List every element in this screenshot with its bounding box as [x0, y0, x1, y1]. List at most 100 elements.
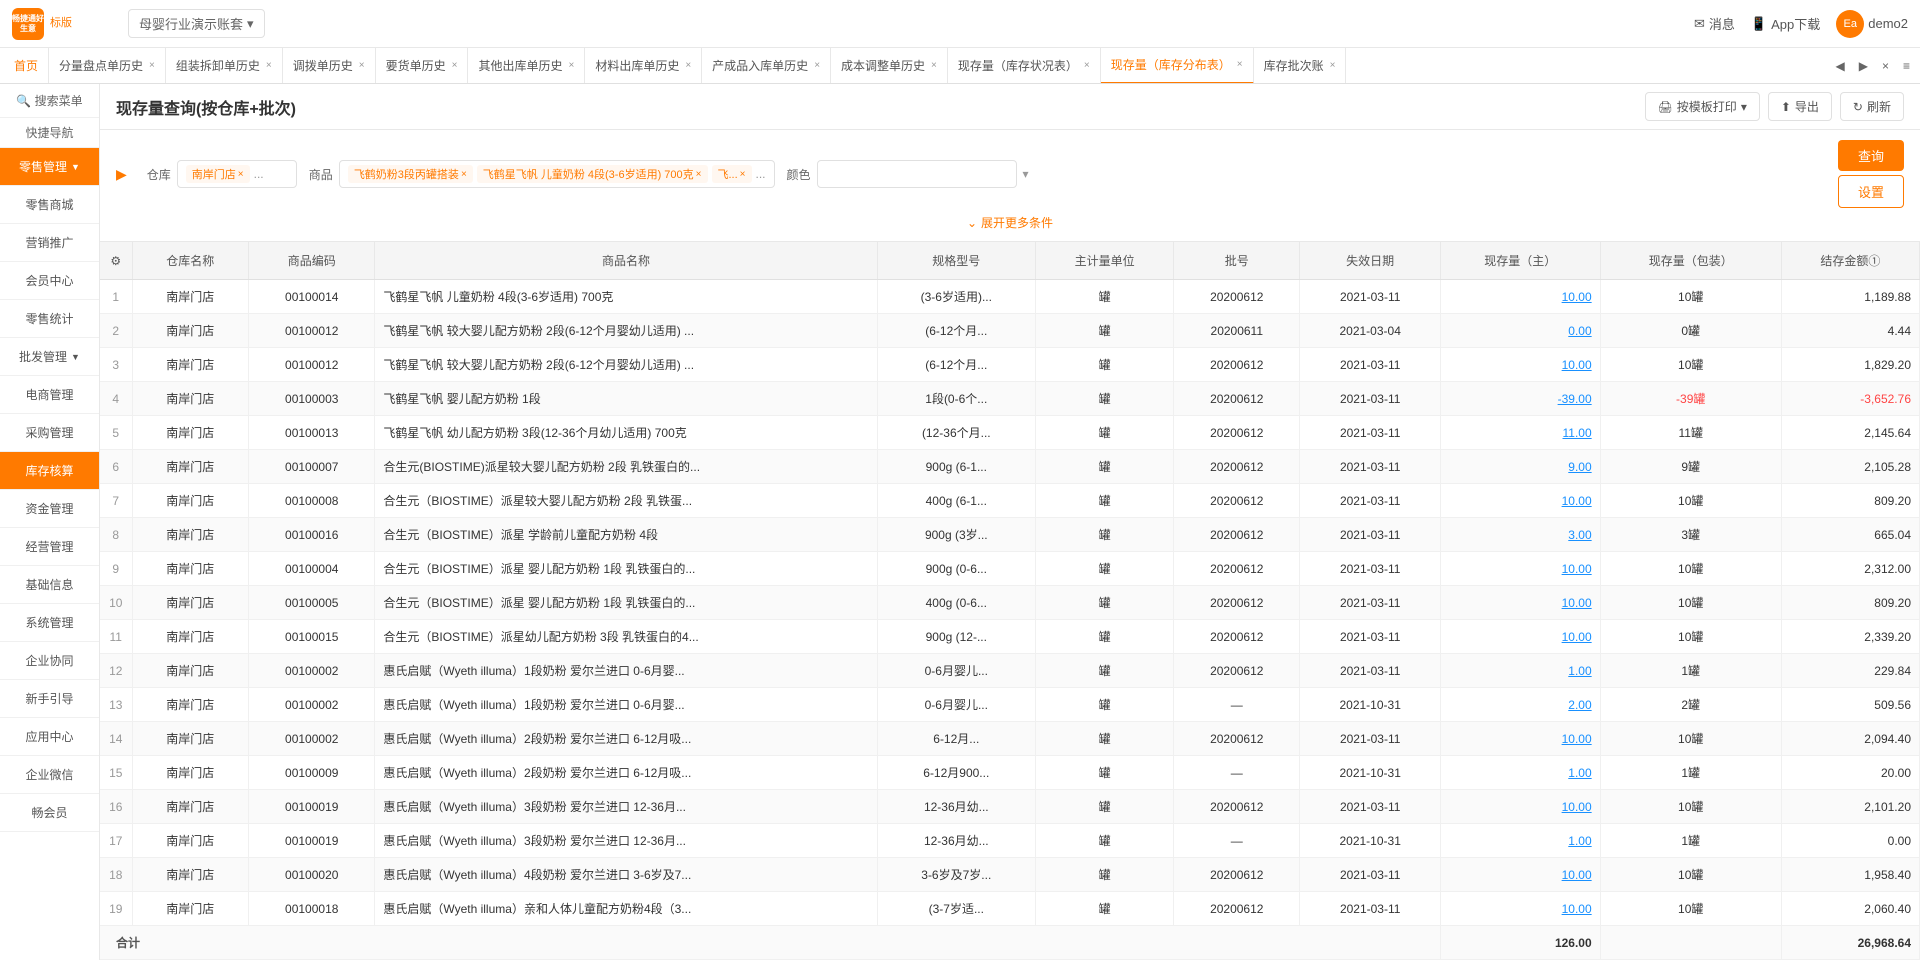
- product-filter-more[interactable]: ...: [756, 167, 766, 181]
- product-tag-2[interactable]: 飞鹤星飞帆 儿童奶粉 4段(3-6岁适用) 700克 ×: [477, 165, 708, 183]
- sidebar-item-business[interactable]: 经营管理: [0, 528, 99, 566]
- nav-tab-2[interactable]: 组装拆卸单历史 ×: [166, 48, 283, 84]
- sidebar-item-retail-stats[interactable]: 零售统计: [0, 300, 99, 338]
- sidebar-quick-nav[interactable]: 快捷导航: [0, 118, 99, 148]
- sidebar-item-inventory[interactable]: 库存核算: [0, 452, 99, 490]
- query-btn[interactable]: 查询: [1838, 140, 1904, 171]
- nav-tab-home[interactable]: 首页: [4, 48, 49, 84]
- cell-amount: 1,958.40: [1781, 858, 1919, 892]
- sidebar-item-retail-mall[interactable]: 零售商城: [0, 186, 99, 224]
- refresh-btn[interactable]: ↻ 刷新: [1840, 92, 1904, 121]
- search-icon: 🔍: [16, 94, 31, 108]
- cell-name: 合生元(BIOSTIME)派星较大婴儿配方奶粉 2段 乳铁蛋白的...: [375, 450, 877, 484]
- sidebar-item-wechat[interactable]: 企业微信: [0, 756, 99, 794]
- nav-tab-menu[interactable]: ≡: [1897, 57, 1916, 75]
- expand-more-btn[interactable]: ⌄ 展开更多条件: [116, 214, 1904, 231]
- sidebar-item-members[interactable]: 会员中心: [0, 262, 99, 300]
- color-tag-container[interactable]: [817, 160, 1017, 188]
- cell-expire: 2021-03-11: [1300, 348, 1441, 382]
- sidebar-item-ecommerce[interactable]: 电商管理: [0, 376, 99, 414]
- cell-unit: 罐: [1036, 858, 1174, 892]
- product-tag-3[interactable]: 飞... ×: [712, 165, 752, 183]
- nav-tab-7[interactable]: 产成品入库单历史 ×: [702, 48, 831, 84]
- nav-tab-9-close[interactable]: ×: [1084, 60, 1090, 71]
- warehouse-tag[interactable]: 南岸门店 ×: [186, 165, 250, 183]
- user-area[interactable]: Ea demo2: [1836, 10, 1908, 38]
- sidebar-search[interactable]: 🔍 搜索菜单: [0, 84, 99, 118]
- template-print-btn[interactable]: 🖨 按模板打印 ▾: [1645, 92, 1760, 121]
- expand-filter-icon[interactable]: ▶: [116, 166, 127, 183]
- cell-expire: 2021-03-11: [1300, 654, 1441, 688]
- nav-tab-9[interactable]: 现存量（库存状况表） ×: [948, 48, 1101, 84]
- product-tag-2-close[interactable]: ×: [696, 169, 702, 180]
- product-tag-1-close[interactable]: ×: [461, 169, 467, 180]
- product-tag-1[interactable]: 飞鹤奶粉3段丙罐搭装 ×: [348, 165, 473, 183]
- nav-tab-5[interactable]: 其他出库单历史 ×: [468, 48, 585, 84]
- sidebar-item-basic-info[interactable]: 基础信息: [0, 566, 99, 604]
- setting-btn[interactable]: 设置: [1838, 175, 1904, 208]
- cell-index: 7: [100, 484, 132, 518]
- sidebar-item-vip[interactable]: 畅会员: [0, 794, 99, 832]
- nav-tab-4-close[interactable]: ×: [452, 60, 458, 71]
- product-tag-3-close[interactable]: ×: [740, 169, 746, 180]
- cell-warehouse: 南岸门店: [132, 824, 249, 858]
- sidebar-item-guide[interactable]: 新手引导: [0, 680, 99, 718]
- message-icon: ✉: [1694, 16, 1705, 32]
- col-settings[interactable]: ⚙: [100, 242, 132, 280]
- cell-qty-pkg: 0罐: [1600, 314, 1781, 348]
- nav-tab-7-close[interactable]: ×: [814, 60, 820, 71]
- cell-code: 00100007: [249, 450, 375, 484]
- sidebar-item-marketing[interactable]: 营销推广: [0, 224, 99, 262]
- nav-tab-11[interactable]: 库存批次账 ×: [1254, 48, 1347, 84]
- nav-tab-2-close[interactable]: ×: [266, 60, 272, 71]
- nav-tab-5-close[interactable]: ×: [568, 60, 574, 71]
- product-tag-container[interactable]: 飞鹤奶粉3段丙罐搭装 × 飞鹤星飞帆 儿童奶粉 4段(3-6岁适用) 700克 …: [339, 160, 775, 188]
- message-btn[interactable]: ✉ 消息: [1694, 14, 1735, 33]
- cell-unit: 罐: [1036, 382, 1174, 416]
- industry-label: 母婴行业演示账套: [139, 14, 243, 33]
- nav-tab-10[interactable]: 现存量（库存分布表） ×: [1101, 48, 1254, 84]
- nav-tab-1[interactable]: 分量盘点单历史 ×: [49, 48, 166, 84]
- nav-tab-next[interactable]: ▶: [1853, 57, 1874, 75]
- chevron-down-icon-3: ▾: [1741, 100, 1747, 114]
- nav-tab-11-close[interactable]: ×: [1330, 60, 1336, 71]
- nav-tab-6-close[interactable]: ×: [685, 60, 691, 71]
- industry-selector[interactable]: 母婴行业演示账套 ▾: [128, 9, 265, 38]
- sidebar-item-app-center[interactable]: 应用中心: [0, 718, 99, 756]
- nav-tab-8-close[interactable]: ×: [931, 60, 937, 71]
- sidebar-item-enterprise[interactable]: 企业协同: [0, 642, 99, 680]
- nav-tab-prev[interactable]: ◀: [1830, 57, 1851, 75]
- warehouse-tag-container[interactable]: 南岸门店 × ...: [177, 160, 297, 188]
- sidebar-item-wholesale-label: 批发管理: [19, 348, 67, 365]
- cell-code: 00100002: [249, 654, 375, 688]
- cell-qty-main: 10.00: [1440, 552, 1600, 586]
- settings-icon: ⚙: [110, 254, 121, 268]
- sidebar-item-retail[interactable]: 零售管理 ▼: [0, 148, 99, 186]
- sidebar-item-system[interactable]: 系统管理: [0, 604, 99, 642]
- export-btn[interactable]: ⬆ 导出: [1768, 92, 1832, 121]
- nav-tab-6[interactable]: 材料出库单历史 ×: [585, 48, 702, 84]
- nav-tab-8[interactable]: 成本调整单历史 ×: [831, 48, 948, 84]
- product-filter: 商品 飞鹤奶粉3段丙罐搭装 × 飞鹤星飞帆 儿童奶粉 4段(3-6岁适用) 70…: [309, 160, 775, 188]
- product-tag-2-label: 飞鹤星飞帆 儿童奶粉 4段(3-6岁适用) 700克: [483, 166, 694, 182]
- nav-tab-10-close[interactable]: ×: [1237, 59, 1243, 70]
- nav-tab-3-close[interactable]: ×: [359, 60, 365, 71]
- table-row: 19 南岸门店 00100018 惠氏启赋（Wyeth illuma）亲和人体儿…: [100, 892, 1920, 926]
- cell-name: 飞鹤星飞帆 婴儿配方奶粉 1段: [375, 382, 877, 416]
- cell-batch: 20200612: [1174, 484, 1300, 518]
- warehouse-filter-more[interactable]: ...: [254, 167, 264, 181]
- sidebar-item-purchase-label: 采购管理: [25, 426, 73, 440]
- sidebar-item-finance-label: 资金管理: [25, 502, 73, 516]
- cell-spec: (3-6岁适用)...: [877, 280, 1035, 314]
- sidebar-item-finance[interactable]: 资金管理: [0, 490, 99, 528]
- sidebar-item-purchase[interactable]: 采购管理: [0, 414, 99, 452]
- color-dropdown-icon[interactable]: ▾: [1023, 167, 1029, 181]
- nav-tab-1-close[interactable]: ×: [149, 60, 155, 71]
- cell-unit: 罐: [1036, 348, 1174, 382]
- warehouse-tag-close[interactable]: ×: [238, 169, 244, 180]
- nav-tab-close-all[interactable]: ×: [1876, 57, 1895, 75]
- nav-tab-4[interactable]: 要货单历史 ×: [376, 48, 469, 84]
- sidebar-item-wholesale[interactable]: 批发管理 ▼: [0, 338, 99, 376]
- nav-tab-3[interactable]: 调拨单历史 ×: [283, 48, 376, 84]
- app-download-btn[interactable]: 📱 App下载: [1751, 14, 1820, 33]
